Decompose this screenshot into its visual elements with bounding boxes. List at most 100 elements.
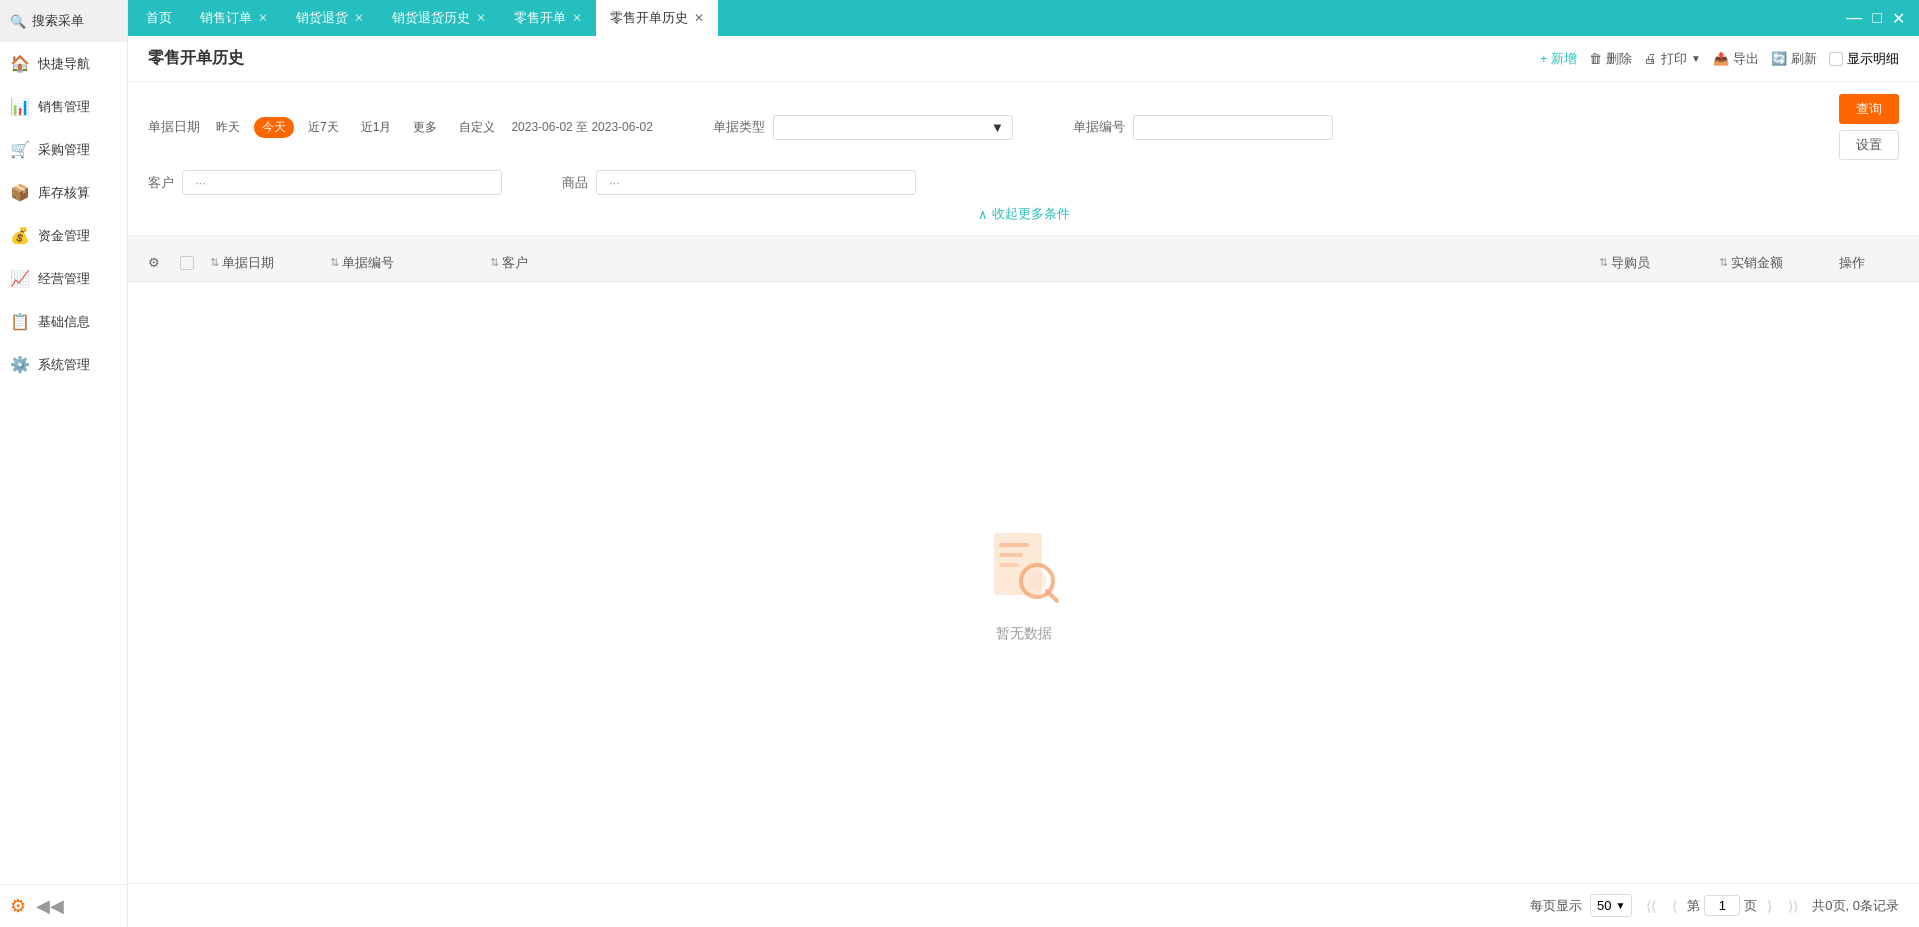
tab-sales-return-history[interactable]: 销货退货历史 ✕ [378, 0, 500, 36]
tab-sales-return-history-close[interactable]: ✕ [476, 11, 486, 25]
customer-select[interactable]: ··· [182, 170, 502, 195]
next-page-btn[interactable]: ⟩ [1761, 896, 1778, 916]
purchase-icon: 🛒 [10, 140, 30, 159]
sales-icon: 📊 [10, 97, 30, 116]
tab-retail-open[interactable]: 零售开单 ✕ [500, 0, 596, 36]
per-page-value: 50 [1597, 898, 1611, 913]
date-option-more[interactable]: 更多 [405, 117, 445, 138]
date-option-7days[interactable]: 近7天 [300, 117, 347, 138]
th-date: ⇅ 单据日期 [202, 254, 322, 272]
tab-retail-history-close[interactable]: ✕ [694, 11, 704, 25]
display-cols-toggle[interactable]: 显示明细 [1829, 50, 1899, 68]
tab-retail-open-close[interactable]: ✕ [572, 11, 582, 25]
system-icon: ⚙️ [10, 355, 30, 374]
collapse-button[interactable]: ∧ 收起更多条件 [978, 205, 1070, 223]
sidebar-item-sales-mgmt[interactable]: 📊 销售管理 [0, 85, 127, 128]
page-input[interactable] [1704, 895, 1740, 916]
date-option-1month[interactable]: 近1月 [353, 117, 400, 138]
sidebar-item-quick-nav[interactable]: 🏠 快捷导航 [0, 42, 127, 85]
number-input[interactable] [1133, 115, 1333, 140]
type-select-chevron: ▼ [991, 120, 1004, 135]
type-select[interactable]: ▼ [773, 115, 1013, 140]
print-button[interactable]: 🖨 打印 ▼ [1644, 50, 1701, 68]
tab-sales-return-label: 销货退货 [296, 9, 348, 27]
tab-sales-return[interactable]: 销货退货 ✕ [282, 0, 378, 36]
empty-icon [979, 523, 1069, 613]
tab-retail-open-label: 零售开单 [514, 9, 566, 27]
finance-icon: 💰 [10, 226, 30, 245]
export-button[interactable]: 📤 导出 [1713, 50, 1759, 68]
tab-home-label: 首页 [146, 9, 172, 27]
type-filter-label: 单据类型 [713, 118, 765, 136]
basic-info-icon: 📋 [10, 312, 30, 331]
print-chevron-icon: ▼ [1691, 53, 1701, 64]
page-title: 零售开单历史 [148, 48, 244, 69]
sidebar-item-purchase-mgmt[interactable]: 🛒 采购管理 [0, 128, 127, 171]
th-guide-sort-icon[interactable]: ⇅ [1599, 256, 1608, 269]
sidebar-item-label: 经营管理 [38, 270, 90, 288]
goods-select-placeholder: ··· [605, 175, 624, 190]
collapse-sidebar-icon[interactable]: ◀◀ [36, 895, 64, 917]
number-filter: 单据编号 [1073, 115, 1333, 140]
total-records: 共0页, 0条记录 [1812, 897, 1899, 915]
settings-bottom-icon[interactable]: ⚙ [10, 895, 26, 917]
svg-rect-1 [999, 543, 1029, 547]
tab-sales-order-label: 销售订单 [200, 9, 252, 27]
number-filter-label: 单据编号 [1073, 118, 1125, 136]
sidebar-item-inventory[interactable]: 📦 库存核算 [0, 171, 127, 214]
collapse-icon: ∧ [978, 207, 988, 222]
per-page-select[interactable]: 50 ▼ [1590, 894, 1632, 917]
th-sort-icon[interactable]: ⇅ [210, 256, 219, 269]
th-amount-sort-icon[interactable]: ⇅ [1719, 256, 1728, 269]
print-icon: 🖨 [1644, 51, 1657, 66]
pagination: 每页显示 50 ▼ ⟨⟨ ⟨ 第 页 ⟩ ⟩⟩ 共0页, 0条记录 [128, 883, 1919, 927]
date-option-custom[interactable]: 自定义 [451, 117, 503, 138]
tab-bar: 首页 销售订单 ✕ 销货退货 ✕ 销货退货历史 ✕ 零售开单 ✕ 零售开单历史 … [128, 0, 1919, 36]
tab-retail-history[interactable]: 零售开单历史 ✕ [596, 0, 718, 36]
table-area: ⚙ ⇅ 单据日期 ⇅ 单据编号 ⇅ 客户 ⇅ 导购员 [128, 244, 1919, 883]
th-number-label: 单据编号 [342, 254, 394, 272]
window-minimize-icon[interactable]: — [1846, 9, 1862, 27]
sidebar-search[interactable]: 🔍 搜索采单 [0, 0, 127, 42]
date-option-today[interactable]: 今天 [254, 117, 294, 138]
inventory-icon: 📦 [10, 183, 30, 202]
date-option-yesterday[interactable]: 昨天 [208, 117, 248, 138]
goods-select[interactable]: ··· [596, 170, 916, 195]
tab-sales-order[interactable]: 销售订单 ✕ [186, 0, 282, 36]
filter-action-buttons: 查询 设置 [1839, 94, 1899, 160]
table-select-all[interactable] [172, 256, 202, 270]
th-customer-sort-icon[interactable]: ⇅ [490, 256, 499, 269]
tab-sales-order-close[interactable]: ✕ [258, 11, 268, 25]
first-page-btn[interactable]: ⟨⟨ [1640, 896, 1662, 916]
sidebar-item-system-mgmt[interactable]: ⚙️ 系统管理 [0, 343, 127, 386]
tab-home[interactable]: 首页 [132, 0, 186, 36]
last-page-btn[interactable]: ⟩⟩ [1782, 896, 1804, 916]
setting-button[interactable]: 设置 [1839, 130, 1899, 160]
window-close-icon[interactable]: ✕ [1892, 9, 1905, 28]
sidebar-item-basic-info[interactable]: 📋 基础信息 [0, 300, 127, 343]
display-cols-checkbox[interactable] [1829, 52, 1843, 66]
window-maximize-icon[interactable]: □ [1872, 9, 1882, 27]
th-customer-label: 客户 [502, 254, 528, 272]
query-button[interactable]: 查询 [1839, 94, 1899, 124]
sidebar-item-operations[interactable]: 📈 经营管理 [0, 257, 127, 300]
refresh-button[interactable]: 🔄 刷新 [1771, 50, 1817, 68]
sidebar-item-label: 系统管理 [38, 356, 90, 374]
svg-line-6 [1047, 591, 1057, 601]
per-page-chevron: ▼ [1615, 900, 1625, 911]
th-number-sort-icon[interactable]: ⇅ [330, 256, 339, 269]
sidebar-item-label: 资金管理 [38, 227, 90, 245]
delete-button[interactable]: 🗑 删除 [1589, 50, 1632, 68]
prev-page-btn[interactable]: ⟨ [1666, 896, 1683, 916]
tab-sales-return-close[interactable]: ✕ [354, 11, 364, 25]
date-range-text: 2023-06-02 至 2023-06-02 [511, 119, 652, 136]
table-settings-icon[interactable]: ⚙ [136, 255, 172, 270]
select-all-checkbox[interactable] [180, 256, 194, 270]
sidebar-item-finance[interactable]: 💰 资金管理 [0, 214, 127, 257]
add-button[interactable]: + 新增 [1540, 50, 1577, 68]
refresh-label: 刷新 [1791, 50, 1817, 68]
sidebar-item-label: 销售管理 [38, 98, 90, 116]
customer-select-placeholder: ··· [191, 175, 210, 190]
toolbar: + 新增 🗑 删除 🖨 打印 ▼ 📤 导出 🔄 刷新 [1540, 50, 1899, 68]
home-icon: 🏠 [10, 54, 30, 73]
